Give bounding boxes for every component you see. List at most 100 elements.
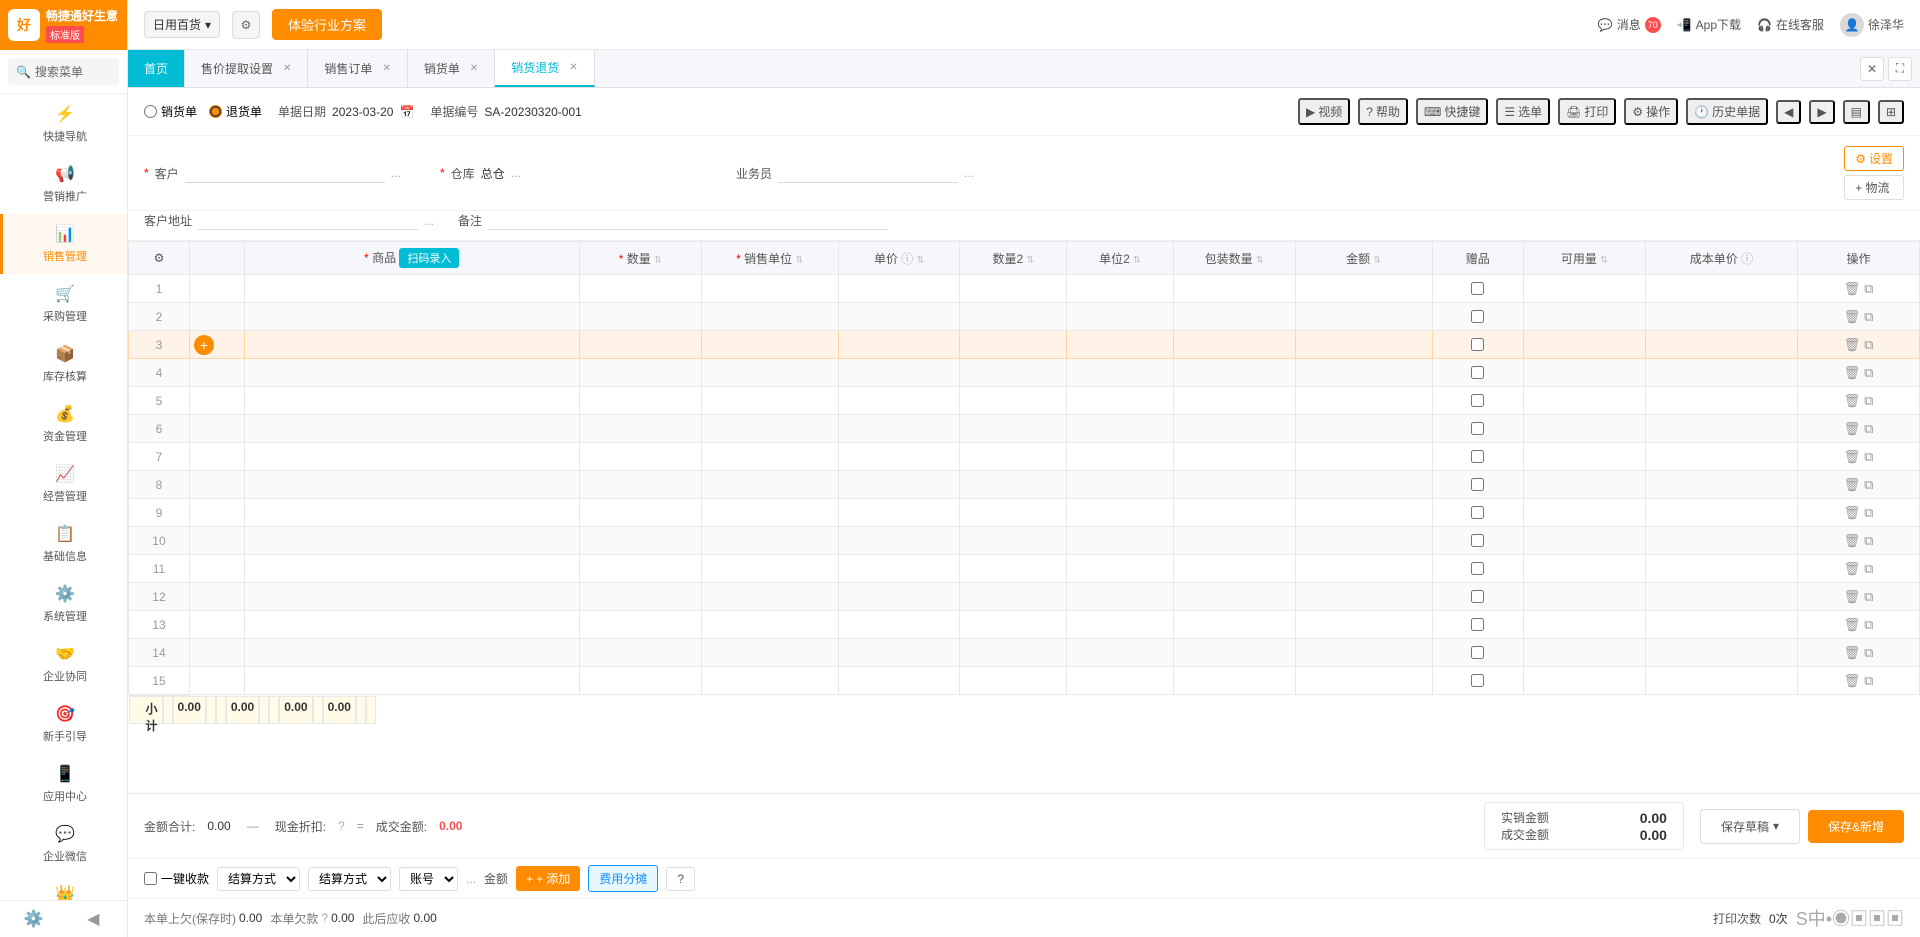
delete-icon[interactable]: 🗑 [1844, 673, 1861, 689]
row-gift-cell[interactable] [1432, 555, 1523, 583]
search-menu-button[interactable]: 🔍 搜索菜单 [8, 58, 119, 85]
sort-icon[interactable]: ⇅ [1133, 254, 1141, 264]
row-qty2-cell[interactable] [960, 667, 1067, 695]
row-goods-cell[interactable] [244, 303, 579, 331]
sort-icon[interactable]: ⇅ [1027, 254, 1035, 264]
row-unit-cell[interactable] [701, 527, 838, 555]
row-unit-cell[interactable] [701, 583, 838, 611]
row-unit2-cell[interactable] [1067, 387, 1174, 415]
user-info[interactable]: 👤 徐泽华 [1840, 13, 1904, 37]
row-price-cell[interactable] [838, 331, 960, 359]
app-download-button[interactable]: 📲 App下载 [1677, 16, 1741, 33]
sidebar-item-caigou[interactable]: 🛒 采购管理 [0, 274, 127, 334]
row-qty2-cell[interactable] [960, 443, 1067, 471]
row-amount-cell[interactable] [1295, 527, 1432, 555]
gift-checkbox[interactable] [1471, 338, 1484, 351]
save-draft-button[interactable]: 保存草稿 ▾ [1700, 809, 1800, 844]
row-gift-cell[interactable] [1432, 583, 1523, 611]
sidebar-item-qiye[interactable]: 🤝 企业协同 [0, 634, 127, 694]
row-gift-cell[interactable] [1432, 499, 1523, 527]
delete-icon[interactable]: 🗑 [1844, 421, 1861, 437]
tab-sales[interactable]: 销货单 ✕ [408, 50, 495, 87]
row-pack-cell[interactable] [1173, 443, 1295, 471]
sort-icon[interactable]: ⇅ [917, 254, 925, 264]
row-unit2-cell[interactable] [1067, 275, 1174, 303]
account-select[interactable]: 账号 [399, 867, 458, 891]
row-goods-cell[interactable] [244, 639, 579, 667]
row-unit2-cell[interactable] [1067, 415, 1174, 443]
return-radio[interactable]: 退货单 [209, 103, 262, 120]
row-unit-cell[interactable] [701, 443, 838, 471]
row-pack-cell[interactable] [1173, 555, 1295, 583]
row-unit-cell[interactable] [701, 387, 838, 415]
row-gift-cell[interactable] [1432, 527, 1523, 555]
delete-icon[interactable]: 🗑 [1844, 589, 1861, 605]
settings-button[interactable]: ⚙ 设置 [1844, 146, 1904, 171]
row-unit2-cell[interactable] [1067, 331, 1174, 359]
col-qty2-header[interactable]: 数量2 ⇅ [960, 242, 1067, 275]
delete-icon[interactable]: 🗑 [1844, 505, 1861, 521]
row-pack-cell[interactable] [1173, 359, 1295, 387]
row-unit-cell[interactable] [701, 275, 838, 303]
row-pack-cell[interactable] [1173, 499, 1295, 527]
delete-icon[interactable]: 🗑 [1844, 281, 1861, 297]
row-qty2-cell[interactable] [960, 359, 1067, 387]
row-price-cell[interactable] [838, 611, 960, 639]
sidebar-item-jichu[interactable]: 📋 基础信息 [0, 514, 127, 574]
row-pack-cell[interactable] [1173, 275, 1295, 303]
gift-checkbox[interactable] [1471, 562, 1484, 575]
row-unit2-cell[interactable] [1067, 611, 1174, 639]
row-unit-cell[interactable] [701, 555, 838, 583]
experience-button[interactable]: 体验行业方案 [272, 9, 382, 40]
row-qty2-cell[interactable] [960, 499, 1067, 527]
row-qty-cell[interactable] [579, 667, 701, 695]
row-price-cell[interactable] [838, 499, 960, 527]
gift-checkbox[interactable] [1471, 366, 1484, 379]
row-goods-cell[interactable] [244, 275, 579, 303]
row-goods-cell[interactable] [244, 611, 579, 639]
row-unit2-cell[interactable] [1067, 499, 1174, 527]
row-goods-cell[interactable] [244, 499, 579, 527]
copy-icon[interactable]: ⧉ [1864, 533, 1873, 549]
topbar-gear-button[interactable]: ⚙ [232, 11, 260, 39]
row-qty2-cell[interactable] [960, 583, 1067, 611]
delete-icon[interactable]: 🗑 [1844, 365, 1861, 381]
tab-sales-return[interactable]: 销货退货 ✕ [495, 50, 594, 87]
scan-input-button[interactable]: 扫码录入 [399, 248, 459, 268]
industry-select[interactable]: 日用百货 ▾ [144, 11, 220, 38]
fee-split-button[interactable]: 费用分摊 [588, 865, 658, 892]
delete-icon[interactable]: 🗑 [1844, 337, 1861, 353]
copy-icon[interactable]: ⧉ [1864, 393, 1873, 409]
sort-icon[interactable]: ⇅ [796, 254, 804, 264]
tab-sales-order[interactable]: 销售订单 ✕ [308, 50, 407, 87]
online-service-button[interactable]: 🎧 在线客服 [1757, 16, 1824, 33]
row-unit2-cell[interactable] [1067, 443, 1174, 471]
col-settings[interactable]: ⚙ [129, 242, 190, 275]
copy-icon[interactable]: ⧉ [1864, 477, 1873, 493]
row-goods-cell[interactable] [244, 471, 579, 499]
copy-icon[interactable]: ⧉ [1864, 421, 1873, 437]
sidebar-search[interactable]: 🔍 搜索菜单 [0, 50, 127, 94]
row-pack-cell[interactable] [1173, 583, 1295, 611]
row-pack-cell[interactable] [1173, 331, 1295, 359]
row-gift-cell[interactable] [1432, 331, 1523, 359]
copy-icon[interactable]: ⧉ [1864, 673, 1873, 689]
sidebar-settings-button[interactable]: ⚙️ [8, 909, 60, 929]
row-unit2-cell[interactable] [1067, 471, 1174, 499]
gift-checkbox[interactable] [1471, 590, 1484, 603]
row-amount-cell[interactable] [1295, 555, 1432, 583]
row-qty-cell[interactable] [579, 387, 701, 415]
row-gift-cell[interactable] [1432, 303, 1523, 331]
history-button[interactable]: 🕐 历史单据 [1686, 98, 1768, 125]
row-gift-cell[interactable] [1432, 471, 1523, 499]
row-gift-cell[interactable] [1432, 443, 1523, 471]
row-amount-cell[interactable] [1295, 611, 1432, 639]
row-qty2-cell[interactable] [960, 303, 1067, 331]
copy-icon[interactable]: ⧉ [1864, 645, 1873, 661]
row-amount-cell[interactable] [1295, 583, 1432, 611]
col-unit-header[interactable]: * 销售单位 ⇅ [701, 242, 838, 275]
row-amount-cell[interactable] [1295, 471, 1432, 499]
copy-icon[interactable]: ⧉ [1864, 505, 1873, 521]
copy-icon[interactable]: ⧉ [1864, 309, 1873, 325]
row-qty-cell[interactable] [579, 639, 701, 667]
